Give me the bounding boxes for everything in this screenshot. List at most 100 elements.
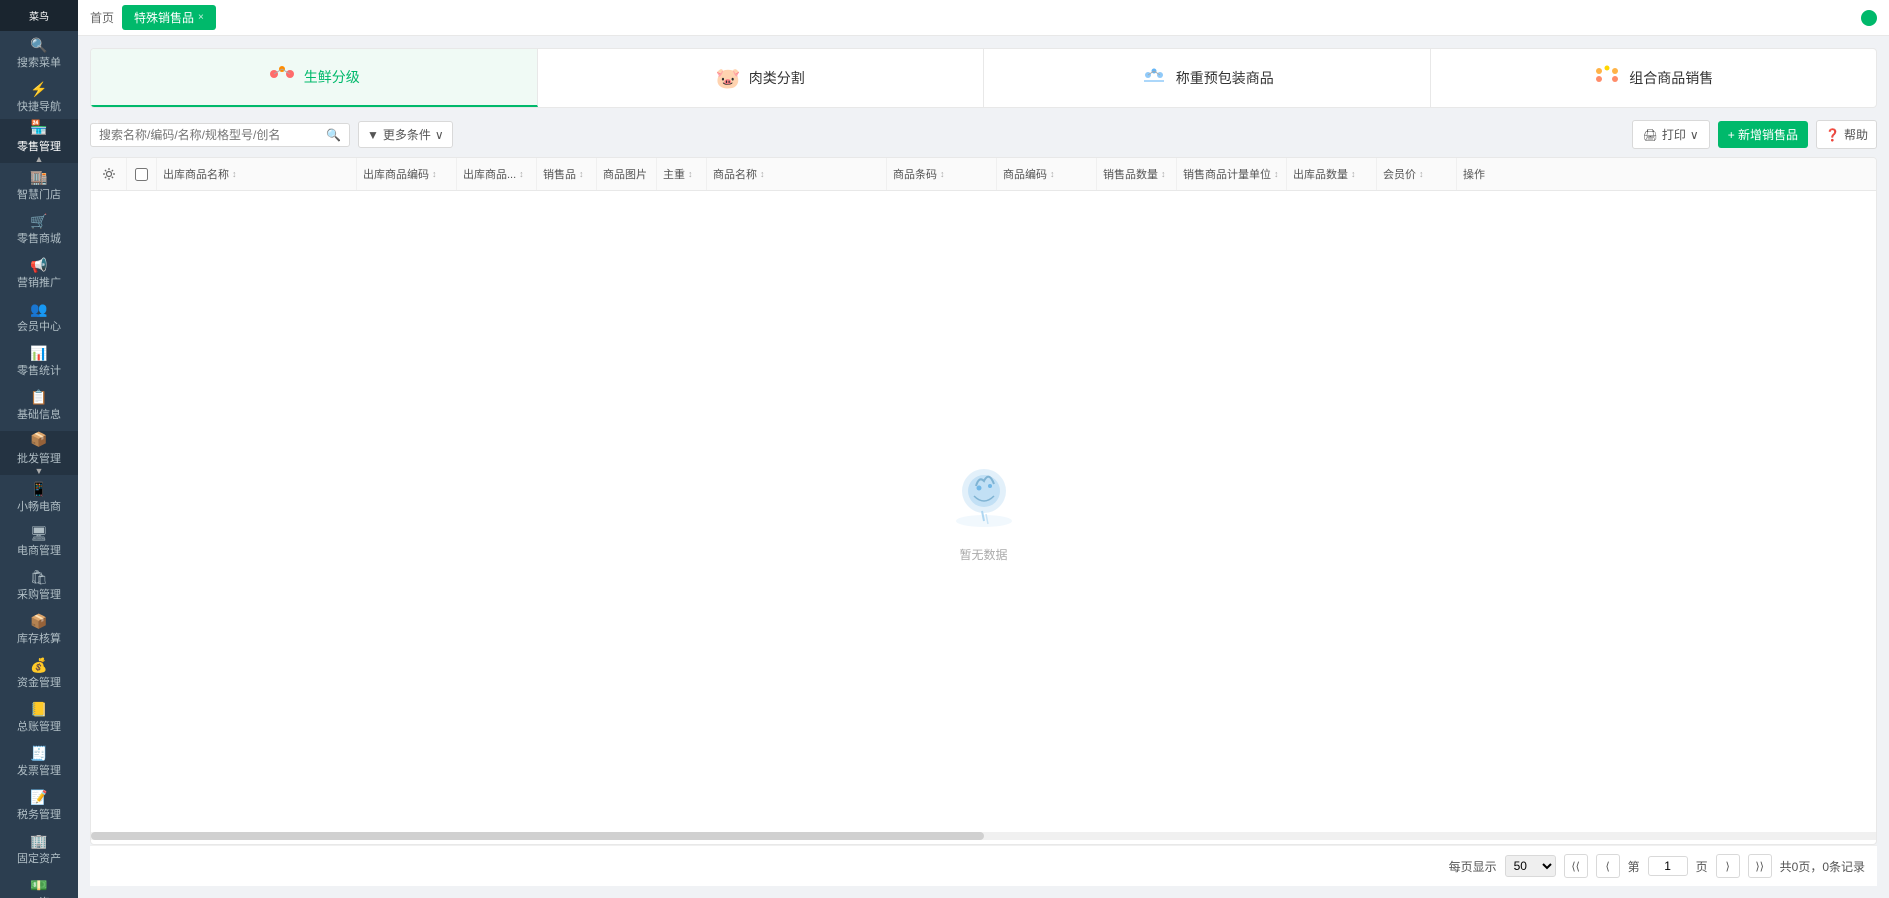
sidebar-item-ecom[interactable]: 🖥 电商管理 <box>0 519 78 563</box>
invoice-icon: 🧾 <box>30 744 47 762</box>
content-area: 生鲜分级 🐷 肉类分割 称重预包装商品 <box>78 36 1889 898</box>
sidebar-item-fixed-assets[interactable]: 🏢 固定资产 <box>0 827 78 871</box>
sort-icon-out-qty[interactable]: ↕ <box>1351 170 1356 179</box>
sort-icon-goods-name[interactable]: ↕ <box>760 170 765 179</box>
sidebar-item-quick-nav[interactable]: ⚡ 快捷导航 <box>0 75 78 119</box>
tab-close-icon[interactable]: × <box>198 12 204 23</box>
per-page-select[interactable]: 50 10 20 100 <box>1505 855 1556 877</box>
th-out-code[interactable]: 出库商品编码 ↕ <box>357 158 457 190</box>
th-barcode[interactable]: 商品条码 ↕ <box>887 158 997 190</box>
sidebar-item-tax[interactable]: 📝 税务管理 <box>0 783 78 827</box>
th-out-spec[interactable]: 出库商品... ↕ <box>457 158 537 190</box>
tab-weigh-pack[interactable]: 称重预包装商品 <box>984 49 1431 107</box>
th-goods-name[interactable]: 商品名称 ↕ <box>707 158 887 190</box>
sidebar-item-finance[interactable]: 💰 资金管理 <box>0 651 78 695</box>
th-unit[interactable]: 销售商品计量单位 ↕ <box>1177 158 1287 190</box>
member-icon: 👥 <box>30 300 47 318</box>
filter-label: 更多条件 <box>383 126 431 143</box>
wholesale-icon: 📦 <box>30 431 47 448</box>
empty-icon <box>944 456 1024 536</box>
last-page-button[interactable]: ⟩⟩ <box>1748 854 1772 878</box>
sort-icon-sale-qty[interactable]: ↕ <box>1161 170 1166 179</box>
sidebar-item-marketing[interactable]: 📢 营销推广 <box>0 251 78 295</box>
sidebar-item-search-menu[interactable]: 🔍 搜索菜单 <box>0 31 78 75</box>
th-settings[interactable] <box>91 158 127 190</box>
sort-icon-main[interactable]: ↕ <box>688 170 693 179</box>
sidebar-item-salary[interactable]: 💵 工资 <box>0 871 78 898</box>
per-page-label: 每页显示 <box>1449 858 1497 875</box>
toolbar-left: 🔍 ▼ 更多条件 ∨ <box>90 121 453 148</box>
sidebar-item-retail-mgmt[interactable]: 🏪 零售管理 ▲ <box>0 119 78 163</box>
th-out-name[interactable]: 出库商品名称 ↕ <box>157 158 357 190</box>
fixed-assets-icon: 🏢 <box>30 832 47 850</box>
total-text: 共0页，0条记录 <box>1780 858 1865 875</box>
filter-button[interactable]: ▼ 更多条件 ∨ <box>358 121 453 148</box>
sidebar-item-smart-store[interactable]: 🏬 智慧门店 <box>0 163 78 207</box>
active-tab-label: 特殊销售品 <box>134 9 194 26</box>
tab-meat-cut[interactable]: 🐷 肉类分割 <box>538 49 985 107</box>
retail-stats-icon: 📊 <box>30 344 47 362</box>
user-avatar[interactable] <box>1861 10 1877 26</box>
sort-icon-goods-code[interactable]: ↕ <box>1050 170 1055 179</box>
th-member-price[interactable]: 会员价 ↕ <box>1377 158 1457 190</box>
page-unit: 页 <box>1696 858 1708 875</box>
sort-icon-barcode[interactable]: ↕ <box>940 170 945 179</box>
sort-icon-unit[interactable]: ↕ <box>1274 170 1279 179</box>
search-menu-icon: 🔍 <box>30 36 47 54</box>
add-button[interactable]: + 新增销售品 <box>1718 121 1808 148</box>
basic-info-icon: 📋 <box>30 388 47 406</box>
filter-icon: ▼ <box>367 128 379 142</box>
sort-icon-member-price[interactable]: ↕ <box>1419 170 1424 179</box>
sidebar-item-basic-info[interactable]: 📋 基础信息 <box>0 383 78 427</box>
search-input[interactable] <box>99 128 326 142</box>
print-button[interactable]: 🖨 打印 ∨ <box>1632 120 1710 149</box>
horizontal-scrollbar[interactable] <box>91 832 1876 840</box>
sidebar-item-ledger[interactable]: 📒 总账管理 <box>0 695 78 739</box>
help-button[interactable]: ❓ 帮助 <box>1816 120 1877 149</box>
sort-icon-out-spec[interactable]: ↕ <box>519 170 524 179</box>
topbar: 首页 特殊销售品 × <box>78 0 1889 36</box>
sidebar-item-invoice[interactable]: 🧾 发票管理 <box>0 739 78 783</box>
page-label: 第 <box>1628 858 1640 875</box>
next-page-button[interactable]: ⟩ <box>1716 854 1740 878</box>
tab-combo-sale-label: 组合商品销售 <box>1629 68 1713 88</box>
salary-icon: 💵 <box>30 876 47 894</box>
sidebar-item-inventory[interactable]: 📦 库存核算 <box>0 607 78 651</box>
empty-text: 暂无数据 <box>959 546 1007 563</box>
sort-icon-out-name[interactable]: ↕ <box>232 170 237 179</box>
finance-icon: 💰 <box>30 656 47 674</box>
th-checkbox[interactable] <box>127 158 157 190</box>
sidebar-item-retail-mall[interactable]: 🛒 零售商城 <box>0 207 78 251</box>
prev-page-button[interactable]: ⟨ <box>1596 854 1620 878</box>
pagination: 每页显示 50 10 20 100 ⟨⟨ ⟨ 第 页 ⟩ ⟩⟩ 共0页，0条记录 <box>90 845 1877 886</box>
home-link[interactable]: 首页 <box>90 9 114 26</box>
th-goods-code[interactable]: 商品编码 ↕ <box>997 158 1097 190</box>
th-main[interactable]: 主重 ↕ <box>657 158 707 190</box>
sidebar-item-member[interactable]: 👥 会员中心 <box>0 295 78 339</box>
filter-chevron: ∨ <box>435 128 444 142</box>
active-tab[interactable]: 特殊销售品 × <box>122 5 216 30</box>
tab-fresh-grade[interactable]: 生鲜分级 <box>91 49 538 107</box>
topbar-right <box>1861 10 1877 26</box>
main-area: 首页 特殊销售品 × 生鲜分级 <box>78 0 1889 898</box>
th-sale[interactable]: 销售品 ↕ <box>537 158 597 190</box>
sidebar-item-retail-stats[interactable]: 📊 零售统计 <box>0 339 78 383</box>
sidebar: 菜鸟 🔍 搜索菜单 ⚡ 快捷导航 🏪 零售管理 ▲ 🏬 智慧门店 🛒 零售商城 … <box>0 0 78 898</box>
sidebar-item-wholesale[interactable]: 📦 批发管理 ▼ <box>0 431 78 475</box>
th-out-qty[interactable]: 出库品数量 ↕ <box>1287 158 1377 190</box>
sort-icon-out-code[interactable]: ↕ <box>432 170 437 179</box>
scrollbar-thumb[interactable] <box>91 832 984 840</box>
sidebar-item-mini-shop[interactable]: 📱 小畅电商 <box>0 475 78 519</box>
fresh-grade-icon <box>268 63 296 91</box>
page-input[interactable] <box>1648 856 1688 876</box>
sort-icon-sale[interactable]: ↕ <box>579 170 584 179</box>
search-icon[interactable]: 🔍 <box>326 128 341 142</box>
tab-combo-sale[interactable]: 组合商品销售 <box>1431 49 1877 107</box>
th-sale-qty[interactable]: 销售品数量 ↕ <box>1097 158 1177 190</box>
select-all-checkbox[interactable] <box>135 168 148 181</box>
first-page-button[interactable]: ⟨⟨ <box>1564 854 1588 878</box>
sidebar-item-purchase[interactable]: 🛍 采购管理 <box>0 563 78 607</box>
search-box[interactable]: 🔍 <box>90 123 350 147</box>
retail-mgmt-icon: 🏪 <box>30 119 47 136</box>
th-img[interactable]: 商品图片 <box>597 158 657 190</box>
